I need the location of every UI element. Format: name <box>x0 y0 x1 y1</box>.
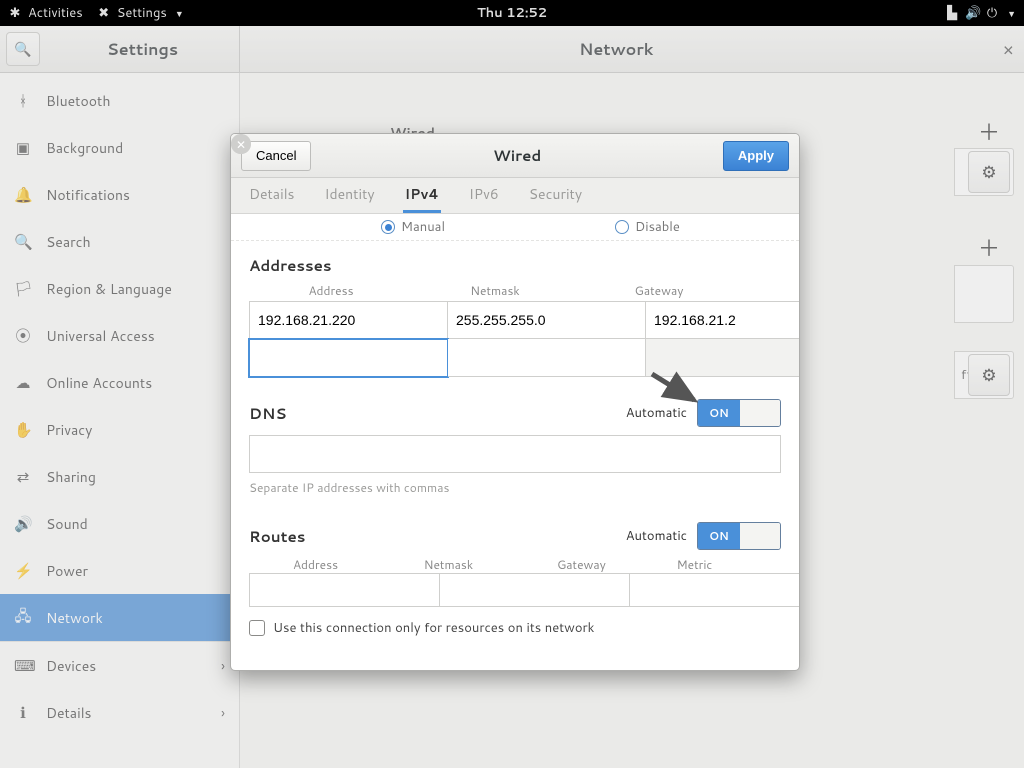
dns-servers-input[interactable] <box>249 435 781 473</box>
wired-settings-dialog: Cancel Wired Apply Details Identity IPv4… <box>230 133 800 671</box>
netmask-input[interactable] <box>448 339 646 377</box>
address-row: ✕ <box>249 339 781 377</box>
dns-header-row: DNS Automatic ON <box>249 399 781 427</box>
routes-only-resources-row[interactable]: Use this connection only for resources o… <box>249 619 781 637</box>
col-gateway: Gateway <box>515 556 648 573</box>
checkbox-icon <box>249 620 265 636</box>
tab-details[interactable]: Details <box>247 176 297 213</box>
power-tray-icon: ⏻ <box>985 4 999 22</box>
ipv4-method-disable[interactable]: Disable <box>615 218 680 236</box>
ipv4-method-manual[interactable]: Manual <box>381 218 445 236</box>
volume-tray-icon: 🔊 <box>965 4 979 22</box>
dialog-tabs: Details Identity IPv4 IPv6 Security <box>231 178 799 214</box>
tab-identity[interactable]: Identity <box>323 176 377 213</box>
route-address-input[interactable] <box>249 573 440 607</box>
activities-label: Activities <box>28 4 83 22</box>
app-menu[interactable]: ✖ Settings ▼ <box>97 4 184 22</box>
apply-button[interactable]: Apply <box>723 141 789 171</box>
route-row: ✕ <box>249 573 781 607</box>
gateway-input[interactable] <box>646 301 799 339</box>
dialog-header: Cancel Wired Apply <box>231 134 799 178</box>
col-netmask: Netmask <box>413 282 577 299</box>
dns-hint: Separate IP addresses with commas <box>249 479 781 496</box>
settings-app-icon: ✖ <box>97 4 111 22</box>
toggle-on-label: ON <box>698 400 740 426</box>
col-address: Address <box>249 556 382 573</box>
netmask-input[interactable] <box>448 301 646 339</box>
radio-label: Disable <box>635 218 680 236</box>
gnome-top-panel: ✱ Activities ✖ Settings ▼ Thu 12:52 ▙ 🔊 … <box>0 0 1024 26</box>
app-menu-label: Settings <box>117 4 167 22</box>
col-metric: Metric <box>648 556 741 573</box>
chevron-down-icon: ▼ <box>1007 7 1016 20</box>
col-address: Address <box>249 282 413 299</box>
radio-label: Manual <box>401 218 445 236</box>
routes-automatic-toggle[interactable]: ON <box>697 522 781 550</box>
dns-automatic-toggle[interactable]: ON <box>697 399 781 427</box>
routes-automatic-label: Automatic <box>626 527 687 545</box>
gnome-logo-icon: ✱ <box>8 4 22 22</box>
cancel-button[interactable]: Cancel <box>241 141 311 171</box>
gateway-input[interactable] <box>646 339 799 377</box>
address-input[interactable] <box>249 301 448 339</box>
ipv4-method-row-partial: Manual Disable <box>231 214 799 241</box>
routes-title: Routes <box>249 526 305 547</box>
route-netmask-input[interactable] <box>440 573 630 607</box>
radio-selected-icon <box>381 220 395 234</box>
network-tray-icon: ▙ <box>945 4 959 22</box>
system-tray[interactable]: ▙ 🔊 ⏻ ▼ <box>945 4 1016 22</box>
activities-button[interactable]: ✱ Activities <box>8 4 83 22</box>
toggle-on-label: ON <box>698 523 740 549</box>
col-netmask: Netmask <box>382 556 515 573</box>
dialog-title: Wired <box>311 145 722 166</box>
chevron-down-icon: ▼ <box>175 7 184 20</box>
radio-icon <box>615 220 629 234</box>
tab-security[interactable]: Security <box>527 176 584 213</box>
routes-header-row: Routes Automatic ON <box>249 522 781 550</box>
routes-only-resources-label: Use this connection only for resources o… <box>273 619 594 637</box>
routes-columns: Address Netmask Gateway Metric <box>249 556 781 573</box>
address-row: ✕ <box>249 301 781 339</box>
addresses-title: Addresses <box>249 255 781 276</box>
dialog-body: Manual Disable Addresses Address Netmask… <box>231 214 799 670</box>
col-gateway: Gateway <box>577 282 741 299</box>
dns-automatic-label: Automatic <box>626 404 687 422</box>
tab-ipv4[interactable]: IPv4 <box>403 176 441 213</box>
tab-ipv6[interactable]: IPv6 <box>467 176 501 213</box>
address-input[interactable] <box>249 339 448 377</box>
toggle-off-area <box>740 400 780 426</box>
toggle-off-area <box>740 523 780 549</box>
dns-title: DNS <box>249 403 287 424</box>
addresses-columns: Address Netmask Gateway <box>249 282 781 299</box>
route-gateway-input[interactable] <box>630 573 799 607</box>
